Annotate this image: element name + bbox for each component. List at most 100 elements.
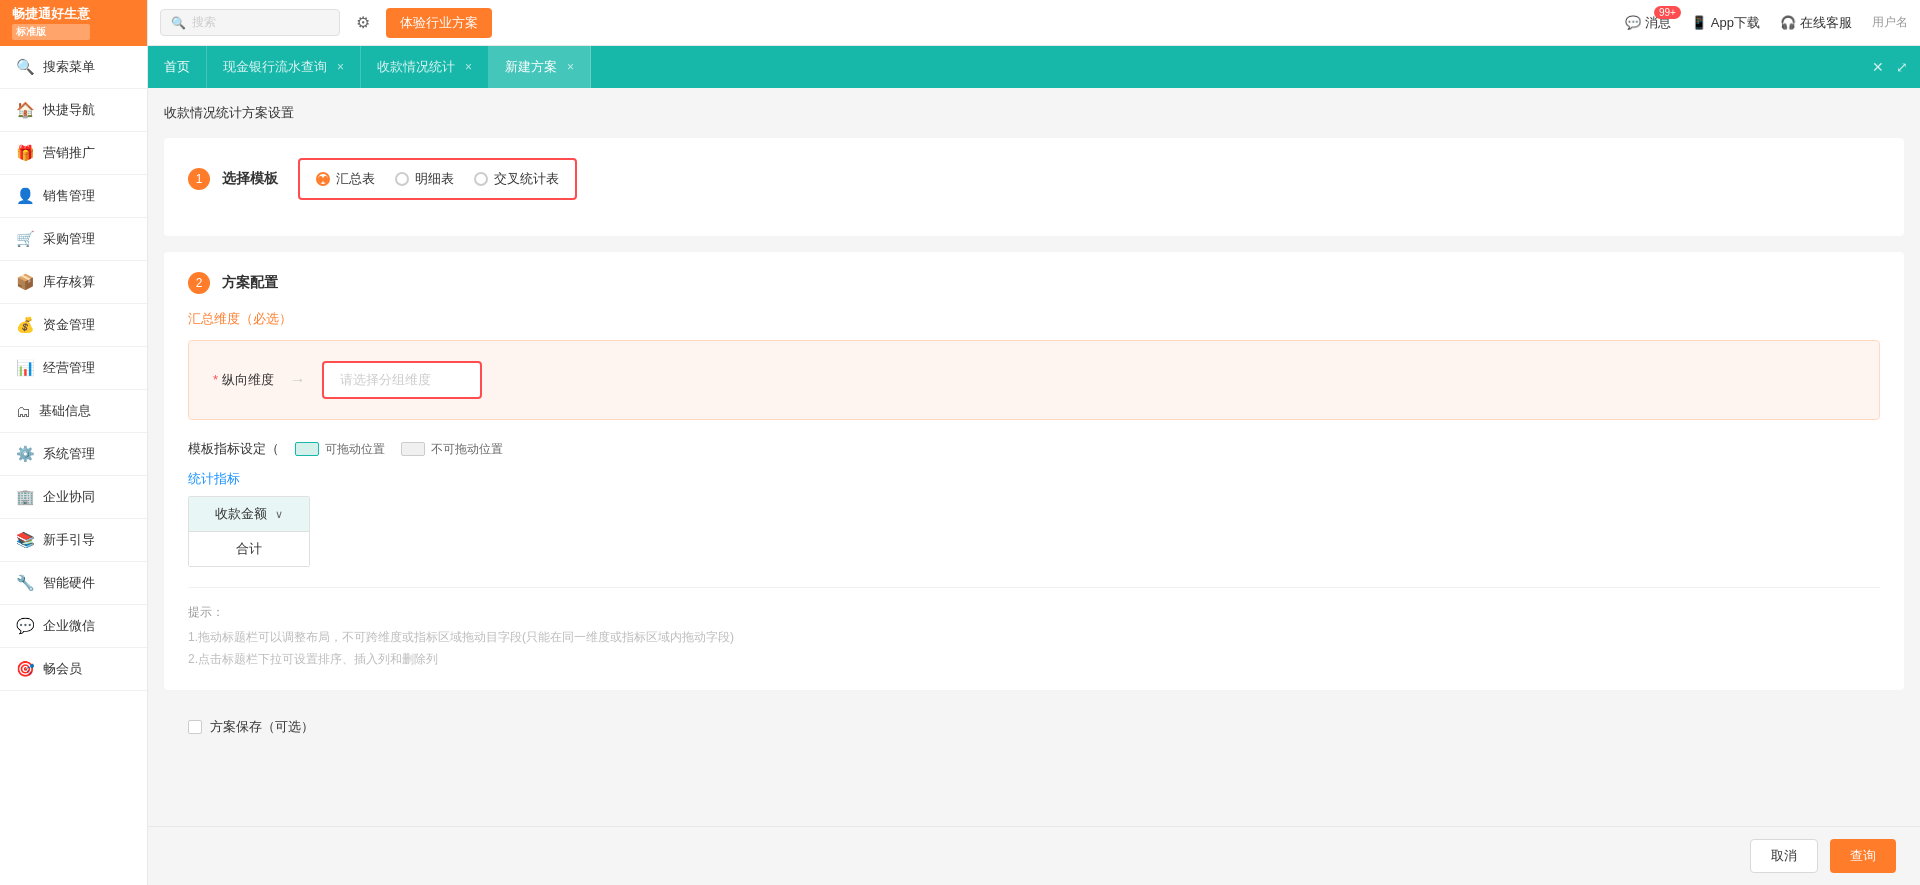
radio-cross-label: 交叉统计表 xyxy=(494,170,559,188)
dimension-area: * 纵向维度 → 请选择分组维度 xyxy=(188,340,1880,420)
sidebar-item-member[interactable]: 🎯 畅会员 xyxy=(0,648,147,691)
save-area: 方案保存（可选） xyxy=(164,706,1904,748)
tab-new-plan-label: 新建方案 xyxy=(505,58,557,76)
dimension-select[interactable]: 请选择分组维度 xyxy=(322,361,482,399)
topbar-search-icon: 🔍 xyxy=(171,16,186,30)
message-button[interactable]: 💬 消息 99+ xyxy=(1625,14,1671,32)
tips-line2: 2.点击标题栏下拉可设置排序、插入列和删除列 xyxy=(188,649,1880,671)
metrics-header-text: 收款金额 xyxy=(215,505,267,523)
message-badge: 99+ xyxy=(1654,6,1681,19)
metrics-section: 模板指标设定（ 可拖动位置 不可拖动位置 xyxy=(188,440,1880,567)
sidebar-item-wechat[interactable]: 💬 企业微信 xyxy=(0,605,147,648)
sidebar-item-system[interactable]: ⚙️ 系统管理 xyxy=(0,433,147,476)
dimension-title-text: 汇总维度（必选） xyxy=(188,311,292,326)
radio-detail[interactable]: 明细表 xyxy=(395,170,454,188)
required-star: * xyxy=(213,372,218,387)
message-icon: 💬 xyxy=(1625,15,1641,30)
trial-button[interactable]: 体验行业方案 xyxy=(386,8,492,38)
service-icon: 🎧 xyxy=(1780,15,1796,30)
sidebar-item-sales[interactable]: 👤 销售管理 xyxy=(0,175,147,218)
service-label: 在线客服 xyxy=(1800,14,1852,32)
sidebar-item-search-menu[interactable]: 🔍 搜索菜单 xyxy=(0,46,147,89)
box-icon: 📦 xyxy=(16,273,35,291)
sidebar-item-operations[interactable]: 📊 经营管理 xyxy=(0,347,147,390)
tab-new-plan[interactable]: 新建方案 × xyxy=(489,46,591,88)
step2-card: 2 方案配置 汇总维度（必选） * 纵向维度 → xyxy=(164,252,1904,690)
expand-icon[interactable]: ⤢ xyxy=(1896,59,1908,75)
tips-line1: 1.拖动标题栏可以调整布局，不可跨维度或指标区域拖动目字段(只能在同一维度或指标… xyxy=(188,627,1880,649)
sidebar-item-label: 新手引导 xyxy=(43,531,95,549)
sidebar-item-label: 销售管理 xyxy=(43,187,95,205)
money-icon: 💰 xyxy=(16,316,35,334)
sidebar-item-label: 营销推广 xyxy=(43,144,95,162)
cancel-button[interactable]: 取消 xyxy=(1750,839,1818,873)
radio-detail-circle xyxy=(395,172,409,186)
template-selector: 汇总表 明细表 交叉统计表 xyxy=(298,158,577,200)
save-checkbox[interactable] xyxy=(188,720,202,734)
draggable-label: 可拖动位置 xyxy=(325,441,385,458)
tab-home-label: 首页 xyxy=(164,58,190,76)
tab-cash-flow[interactable]: 现金银行流水查询 × xyxy=(207,46,361,88)
metrics-legend: 可拖动位置 不可拖动位置 xyxy=(295,441,503,458)
tab-new-plan-close[interactable]: × xyxy=(567,60,574,74)
page-title: 收款情况统计方案设置 xyxy=(164,104,1904,122)
sidebar-logo: 畅捷通好生意 标准版 xyxy=(0,0,147,46)
legend-draggable: 可拖动位置 xyxy=(295,441,385,458)
step2-title: 方案配置 xyxy=(222,274,278,292)
sidebar-item-label: 快捷导航 xyxy=(43,101,95,119)
step2-row: 2 方案配置 xyxy=(188,272,1880,294)
topbar-right: 💬 消息 99+ 📱 App下载 🎧 在线客服 用户名 xyxy=(1625,14,1908,32)
topbar-search[interactable]: 🔍 搜索 xyxy=(160,9,340,36)
radio-summary-circle xyxy=(316,172,330,186)
footer: 取消 查询 xyxy=(148,826,1920,885)
tab-home[interactable]: 首页 xyxy=(148,46,207,88)
app-icon: 📱 xyxy=(1691,15,1707,30)
tips-title: 提示： xyxy=(188,604,1880,621)
sidebar-item-marketing[interactable]: 🎁 营销推广 xyxy=(0,132,147,175)
radio-summary[interactable]: 汇总表 xyxy=(316,170,375,188)
home-icon: 🏠 xyxy=(16,101,35,119)
sidebar-item-inventory[interactable]: 📦 库存核算 xyxy=(0,261,147,304)
main-area: 🔍 搜索 ⚙ 体验行业方案 💬 消息 99+ 📱 App下载 🎧 在线客服 用户… xyxy=(148,0,1920,885)
sidebar-item-label: 经营管理 xyxy=(43,359,95,377)
metrics-cell-body: 合计 xyxy=(189,532,309,566)
tips-section: 提示： 1.拖动标题栏可以调整布局，不可跨维度或指标区域拖动目字段(只能在同一维… xyxy=(188,587,1880,670)
step2-badge: 2 xyxy=(188,272,210,294)
sidebar-item-smart-hw[interactable]: 🔧 智能硬件 xyxy=(0,562,147,605)
step1-card: 1 选择模板 汇总表 明细表 交叉统计表 xyxy=(164,138,1904,236)
cart-icon: 🛒 xyxy=(16,230,35,248)
close-tab-icon[interactable]: ✕ xyxy=(1872,59,1884,75)
app-download-button[interactable]: 📱 App下载 xyxy=(1691,14,1760,32)
dimension-row: * 纵向维度 → 请选择分组维度 xyxy=(213,361,1855,399)
metrics-setting-label: 模板指标设定（ xyxy=(188,440,279,458)
sidebar-item-enterprise[interactable]: 🏢 企业协同 xyxy=(0,476,147,519)
metrics-table: 收款金额 ∨ 合计 xyxy=(188,496,310,567)
query-button[interactable]: 查询 xyxy=(1830,839,1896,873)
tab-cash-flow-close[interactable]: × xyxy=(337,60,344,74)
tab-receipt-stats[interactable]: 收款情况统计 × xyxy=(361,46,489,88)
service-button[interactable]: 🎧 在线客服 xyxy=(1780,14,1852,32)
non-draggable-label: 不可拖动位置 xyxy=(431,441,503,458)
user-icon: 👤 xyxy=(16,187,35,205)
tab-receipt-stats-close[interactable]: × xyxy=(465,60,472,74)
sidebar-item-basic-info[interactable]: 🗂 基础信息 xyxy=(0,390,147,433)
sidebar-item-purchase[interactable]: 🛒 采购管理 xyxy=(0,218,147,261)
radio-cross[interactable]: 交叉统计表 xyxy=(474,170,559,188)
sidebar-item-guide[interactable]: 📚 新手引导 xyxy=(0,519,147,562)
save-option: 方案保存（可选） xyxy=(188,718,1880,736)
radio-summary-label: 汇总表 xyxy=(336,170,375,188)
gear-icon: ⚙️ xyxy=(16,445,35,463)
search-menu-icon: 🔍 xyxy=(16,58,35,76)
topbar: 🔍 搜索 ⚙ 体验行业方案 💬 消息 99+ 📱 App下载 🎧 在线客服 用户… xyxy=(148,0,1920,46)
radio-detail-label: 明细表 xyxy=(415,170,454,188)
sidebar-item-quick-nav[interactable]: 🏠 快捷导航 xyxy=(0,89,147,132)
draggable-color-box xyxy=(295,442,319,456)
step1-row: 1 选择模板 汇总表 明细表 交叉统计表 xyxy=(188,158,1880,200)
metrics-cell-header[interactable]: 收款金额 ∨ xyxy=(189,497,309,532)
hardware-icon: 🔧 xyxy=(16,574,35,592)
metrics-dropdown-arrow[interactable]: ∨ xyxy=(275,508,283,521)
building-icon: 🏢 xyxy=(16,488,35,506)
sidebar-item-finance[interactable]: 💰 资金管理 xyxy=(0,304,147,347)
sidebar-item-label: 企业协同 xyxy=(43,488,95,506)
settings-icon[interactable]: ⚙ xyxy=(356,13,370,32)
